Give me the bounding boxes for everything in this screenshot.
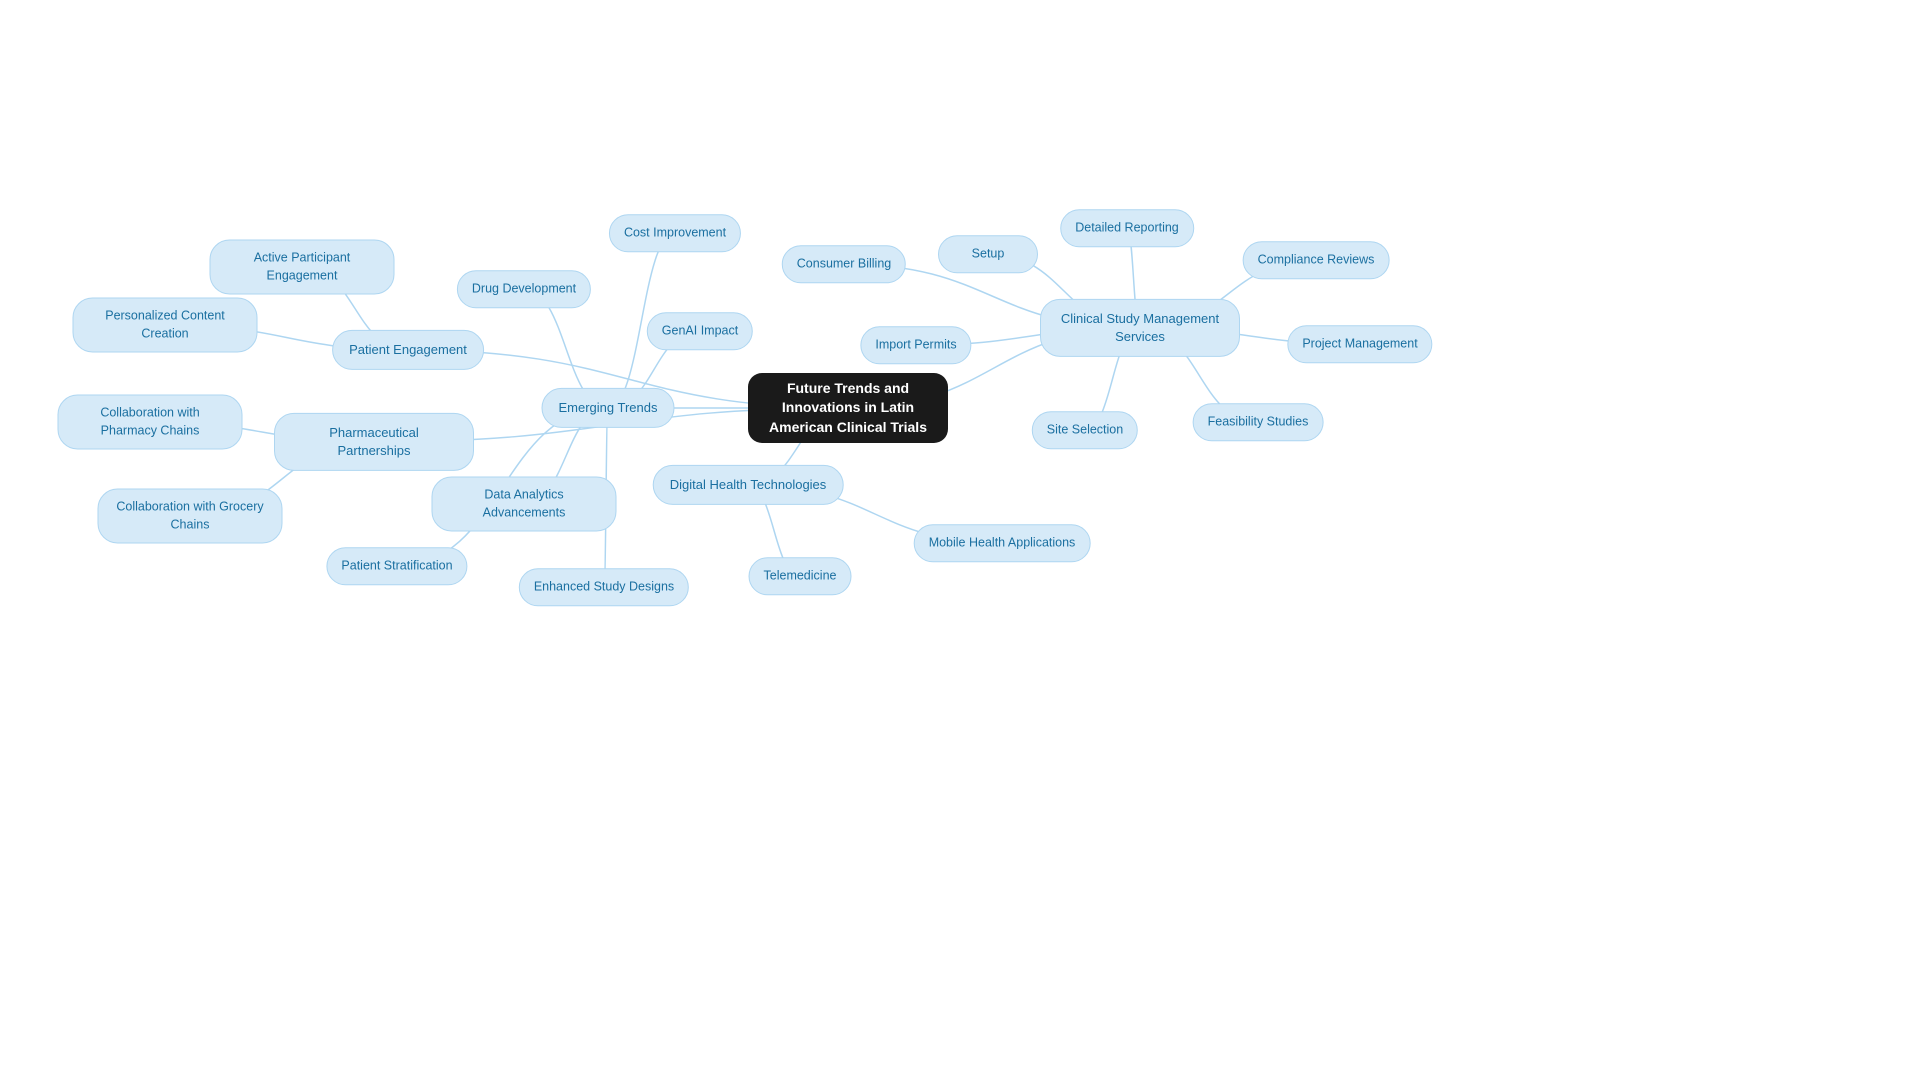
node-data-analytics[interactable]: Data Analytics Advancements [432,477,617,532]
node-import-permits[interactable]: Import Permits [860,326,971,364]
node-emerging-trends[interactable]: Emerging Trends [542,388,675,428]
node-drug-development[interactable]: Drug Development [457,270,591,308]
node-enhanced-study-designs[interactable]: Enhanced Study Designs [519,568,689,606]
node-collaboration-grocery[interactable]: Collaboration with Grocery Chains [98,489,283,544]
node-pharmaceutical-partnerships[interactable]: Pharmaceutical Partnerships [274,413,474,471]
node-clinical-study-management[interactable]: Clinical Study Management Services [1040,299,1240,357]
node-feasibility-studies[interactable]: Feasibility Studies [1193,403,1324,441]
node-collaboration-pharmacy[interactable]: Collaboration with Pharmacy Chains [58,395,243,450]
node-personalized-content-creation[interactable]: Personalized Content Creation [73,298,258,353]
node-digital-health-technologies[interactable]: Digital Health Technologies [653,465,844,505]
node-cost-improvement[interactable]: Cost Improvement [609,214,741,252]
node-genai-impact[interactable]: GenAI Impact [647,312,753,350]
node-mobile-health[interactable]: Mobile Health Applications [914,524,1091,562]
node-active-participant-engagement[interactable]: Active Participant Engagement [210,240,395,295]
node-detailed-reporting[interactable]: Detailed Reporting [1060,209,1194,247]
node-consumer-billing[interactable]: Consumer Billing [782,245,906,283]
node-patient-engagement[interactable]: Patient Engagement [332,330,484,370]
node-site-selection[interactable]: Site Selection [1032,411,1138,449]
mindmap-container: Future Trends and Innovations in Latin A… [0,0,1920,1083]
node-setup[interactable]: Setup [938,235,1038,273]
center-node[interactable]: Future Trends and Innovations in Latin A… [748,373,948,443]
node-compliance-reviews[interactable]: Compliance Reviews [1243,241,1390,279]
node-telemedicine[interactable]: Telemedicine [749,557,852,595]
node-patient-stratification[interactable]: Patient Stratification [326,547,467,585]
node-project-management[interactable]: Project Management [1287,325,1432,363]
